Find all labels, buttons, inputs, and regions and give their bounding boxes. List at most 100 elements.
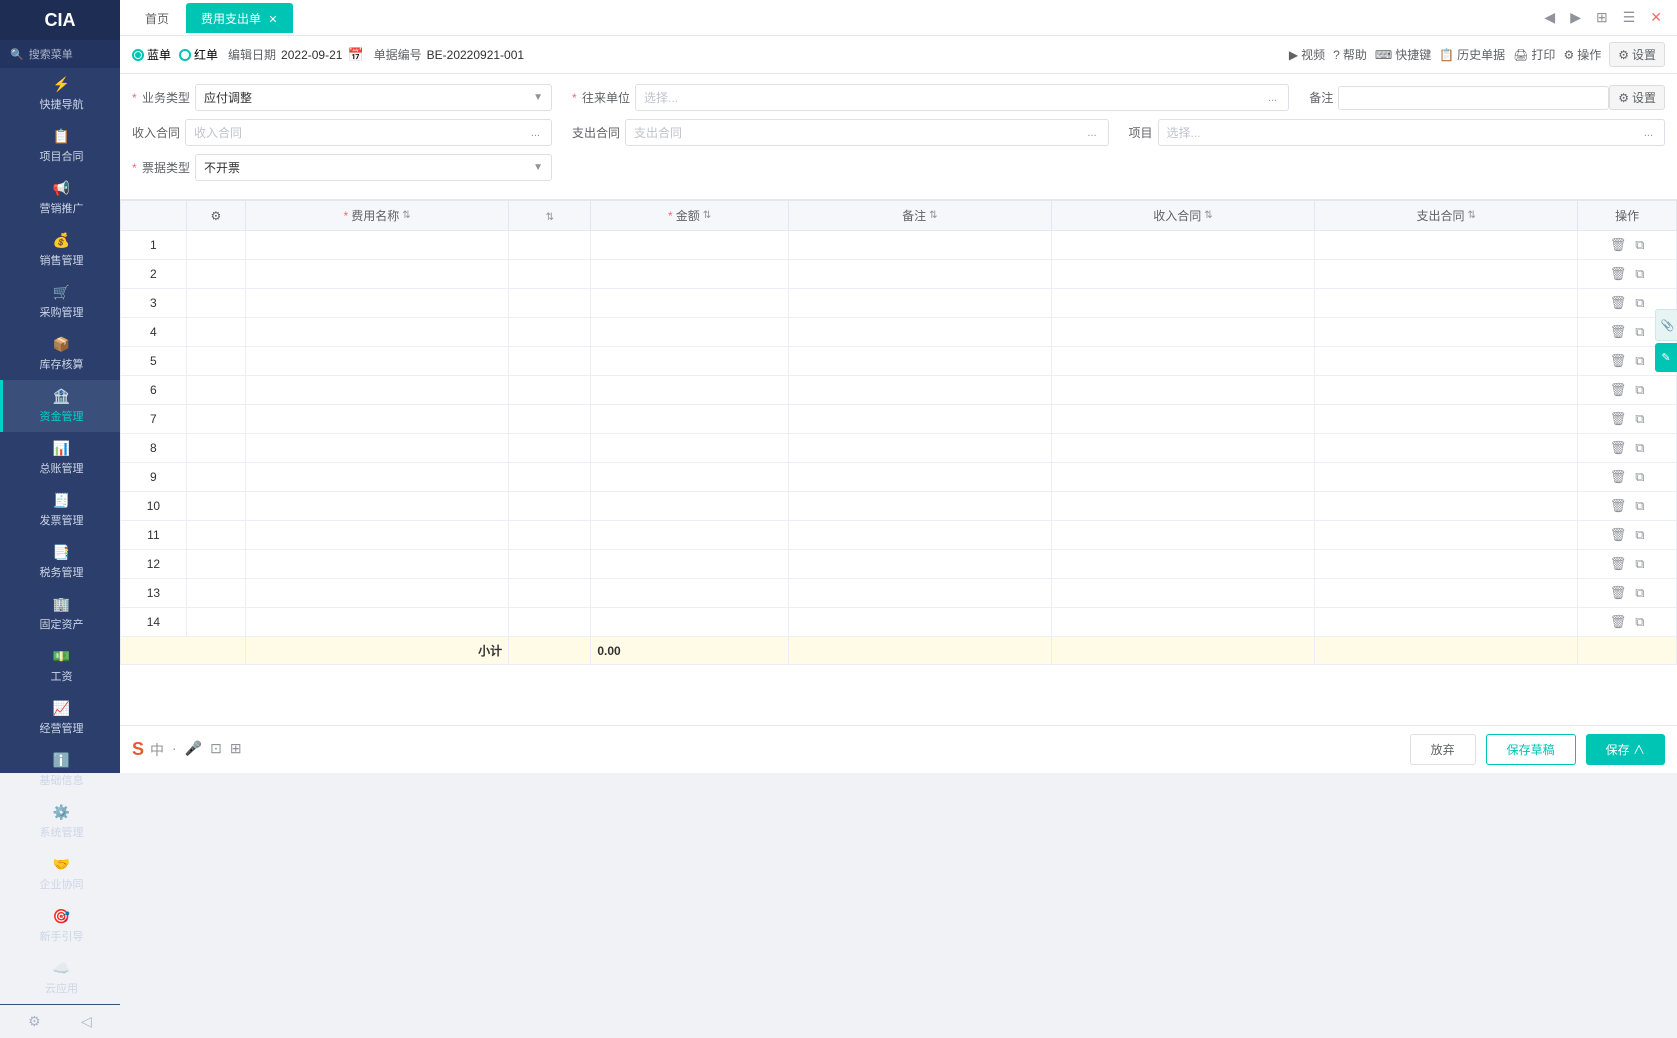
row-expense-8[interactable]	[1315, 434, 1578, 463]
row-note-4[interactable]	[788, 318, 1051, 347]
row-name-3[interactable]	[245, 289, 508, 318]
th-sort[interactable]: ⇅	[509, 201, 591, 231]
row-income-14[interactable]	[1051, 608, 1314, 637]
row-amount-5[interactable]	[591, 347, 788, 376]
delete-row-5[interactable]: 🗑	[1608, 351, 1629, 371]
row-amount-11[interactable]	[591, 521, 788, 550]
invoice-type-select[interactable]: 不开票 ▼	[195, 154, 552, 181]
sidebar-search[interactable]: 🔍 搜索菜单	[0, 40, 120, 68]
row-income-11[interactable]	[1051, 521, 1314, 550]
operations-btn[interactable]: ⚙ 操作	[1563, 46, 1601, 63]
sidebar-item-invoice[interactable]: 🧾 发票管理	[0, 484, 120, 536]
row-income-6[interactable]	[1051, 376, 1314, 405]
video-btn[interactable]: ▶ 视频	[1289, 46, 1325, 63]
row-note-9[interactable]	[788, 463, 1051, 492]
row-note-3[interactable]	[788, 289, 1051, 318]
row-income-5[interactable]	[1051, 347, 1314, 376]
copy-row-14[interactable]: ⧉	[1633, 612, 1646, 632]
row-note-2[interactable]	[788, 260, 1051, 289]
sidebar-item-project-contract[interactable]: 📋 项目合同	[0, 120, 120, 172]
row-income-3[interactable]	[1051, 289, 1314, 318]
row-name-11[interactable]	[245, 521, 508, 550]
row-amount-7[interactable]	[591, 405, 788, 434]
row-income-8[interactable]	[1051, 434, 1314, 463]
row-expense-14[interactable]	[1315, 608, 1578, 637]
sidebar-item-sales[interactable]: 💰 销售管理	[0, 224, 120, 276]
delete-row-7[interactable]: 🗑	[1608, 409, 1629, 429]
row-income-7[interactable]	[1051, 405, 1314, 434]
project-select[interactable]: 选择... ...	[1158, 119, 1665, 146]
sidebar-item-fixed-assets[interactable]: 🏢 固定资产	[0, 588, 120, 640]
th-gear[interactable]: ⚙	[186, 201, 245, 231]
gear-settings-icon[interactable]: ⚙	[211, 209, 222, 223]
business-type-select[interactable]: 应付调整 ▼	[195, 84, 552, 111]
calendar-icon[interactable]: 📅	[347, 47, 363, 63]
sidebar-item-operations[interactable]: 📈 经营管理	[0, 692, 120, 744]
copy-row-9[interactable]: ⧉	[1633, 467, 1646, 487]
row-note-5[interactable]	[788, 347, 1051, 376]
row-amount-4[interactable]	[591, 318, 788, 347]
row-income-2[interactable]	[1051, 260, 1314, 289]
row-amount-9[interactable]	[591, 463, 788, 492]
row-income-4[interactable]	[1051, 318, 1314, 347]
row-amount-12[interactable]	[591, 550, 788, 579]
sort-icon[interactable]: ⇅	[546, 212, 554, 223]
row-amount-3[interactable]	[591, 289, 788, 318]
save-draft-button[interactable]: 保存草稿	[1486, 734, 1576, 765]
row-income-10[interactable]	[1051, 492, 1314, 521]
row-note-11[interactable]	[788, 521, 1051, 550]
row-expense-7[interactable]	[1315, 405, 1578, 434]
settings-btn[interactable]: ⚙ 设置	[1609, 42, 1665, 67]
sidebar-item-capital[interactable]: 🏦 资金管理	[0, 380, 120, 432]
tab-home[interactable]: 首页	[130, 3, 184, 33]
print-btn[interactable]: 🖨 打印	[1513, 46, 1555, 63]
row-note-14[interactable]	[788, 608, 1051, 637]
row-amount-10[interactable]	[591, 492, 788, 521]
copy-row-4[interactable]: ⧉	[1633, 322, 1646, 342]
log-tab[interactable]: ✎	[1655, 343, 1677, 372]
row-expense-4[interactable]	[1315, 318, 1578, 347]
tab-list-view[interactable]: ☰	[1618, 7, 1641, 28]
row-name-5[interactable]	[245, 347, 508, 376]
sort-income-icon[interactable]: ⇅	[1204, 210, 1212, 221]
copy-row-13[interactable]: ⧉	[1633, 583, 1646, 603]
more-btn-income[interactable]: ...	[528, 127, 543, 139]
row-note-1[interactable]	[788, 231, 1051, 260]
more-btn-expense[interactable]: ...	[1084, 127, 1099, 139]
radio-red[interactable]: 红单	[179, 46, 218, 63]
row-income-9[interactable]	[1051, 463, 1314, 492]
sort-expense-icon[interactable]: ⇅	[1467, 210, 1475, 221]
row-income-13[interactable]	[1051, 579, 1314, 608]
copy-row-10[interactable]: ⧉	[1633, 496, 1646, 516]
settings-icon[interactable]: ⚙	[28, 1013, 41, 1030]
row-note-10[interactable]	[788, 492, 1051, 521]
row-name-2[interactable]	[245, 260, 508, 289]
row-expense-10[interactable]	[1315, 492, 1578, 521]
history-btn[interactable]: 📋 历史单据	[1439, 46, 1505, 63]
sidebar-item-cloud-apps[interactable]: ☁️ 云应用	[0, 952, 120, 1004]
row-name-7[interactable]	[245, 405, 508, 434]
copy-row-12[interactable]: ⧉	[1633, 554, 1646, 574]
row-expense-3[interactable]	[1315, 289, 1578, 318]
more-btn-project[interactable]: ...	[1641, 127, 1656, 139]
tab-grid-view[interactable]: ⊞	[1591, 7, 1613, 28]
delete-row-11[interactable]: 🗑	[1608, 525, 1629, 545]
delete-row-13[interactable]: 🗑	[1608, 583, 1629, 603]
counterpart-select[interactable]: 选择... ...	[635, 84, 1289, 111]
row-amount-14[interactable]	[591, 608, 788, 637]
income-contract-select[interactable]: 收入合同 ...	[185, 119, 552, 146]
delete-row-6[interactable]: 🗑	[1608, 380, 1629, 400]
tab-nav-left[interactable]: ◀	[1539, 7, 1560, 28]
row-expense-5[interactable]	[1315, 347, 1578, 376]
row-expense-1[interactable]	[1315, 231, 1578, 260]
row-name-13[interactable]	[245, 579, 508, 608]
copy-row-2[interactable]: ⧉	[1633, 264, 1646, 284]
row-name-6[interactable]	[245, 376, 508, 405]
delete-row-14[interactable]: 🗑	[1608, 612, 1629, 632]
copy-row-3[interactable]: ⧉	[1633, 293, 1646, 313]
sidebar-item-system[interactable]: ⚙️ 系统管理	[0, 796, 120, 848]
copy-row-8[interactable]: ⧉	[1633, 438, 1646, 458]
sidebar-item-quick-nav[interactable]: ⚡ 快捷导航	[0, 68, 120, 120]
row-expense-6[interactable]	[1315, 376, 1578, 405]
row-note-8[interactable]	[788, 434, 1051, 463]
